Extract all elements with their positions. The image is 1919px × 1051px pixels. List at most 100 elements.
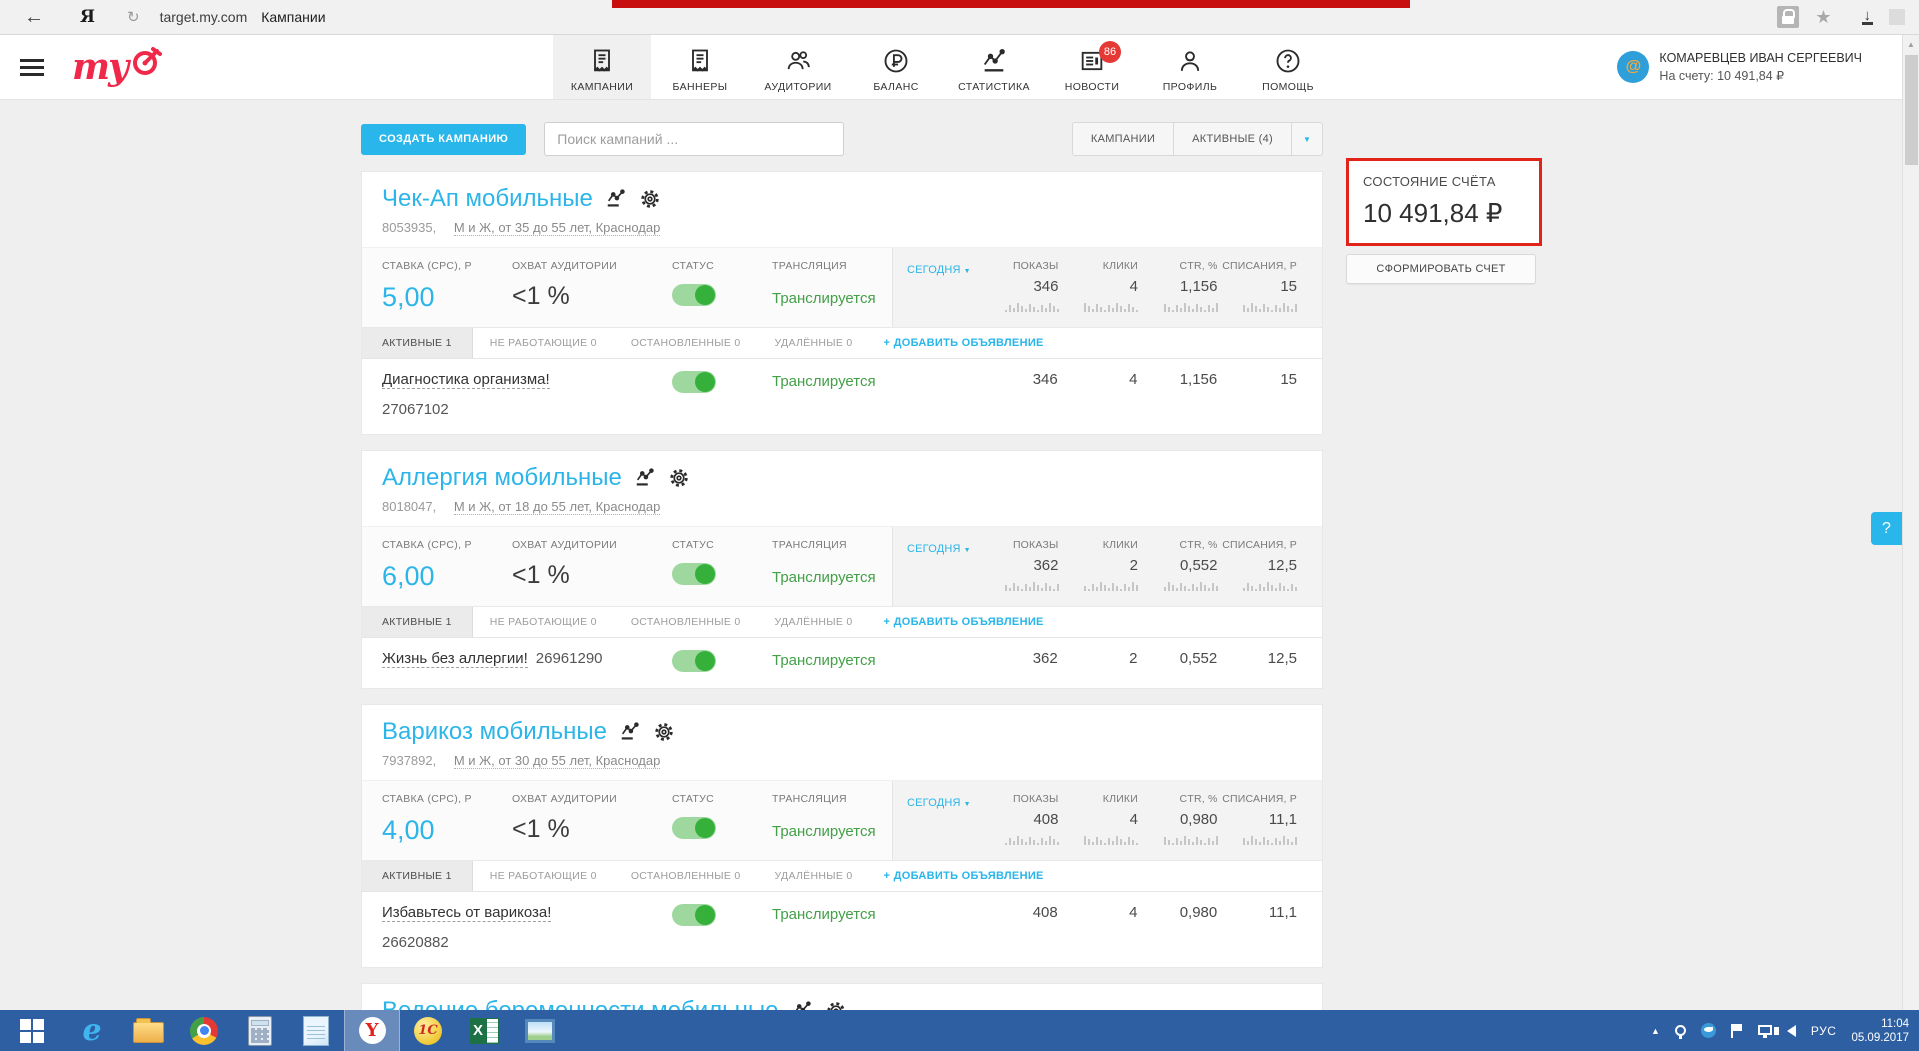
tab-not-working-ads[interactable]: НЕ РАБОТАЮЩИЕ 0 [473, 607, 614, 637]
today-caret-icon[interactable]: ▼ [964, 801, 971, 808]
tab-stopped-ads[interactable]: ОСТАНОВЛЕННЫЕ 0 [614, 607, 758, 637]
refresh-icon[interactable]: ↻ [127, 8, 140, 26]
nav-item-balance[interactable]: БАЛАНС [847, 35, 945, 99]
scrollbar-thumb[interactable] [1905, 55, 1918, 165]
nav-item-profile[interactable]: ПРОФИЛЬ [1141, 35, 1239, 99]
explorer-icon[interactable] [120, 1010, 176, 1051]
ad-title-link[interactable]: Диагностика организма! [382, 371, 550, 389]
nav-item-banners[interactable]: БАННЕРЫ [651, 35, 749, 99]
add-ad-link[interactable]: + ДОБАВИТЬ ОБЪЯВЛЕНИЕ [884, 607, 1044, 637]
search-input[interactable] [544, 122, 845, 156]
today-caret-icon[interactable]: ▼ [964, 547, 971, 554]
ie-icon[interactable]: e [64, 1010, 120, 1051]
ad-shows-value: 408 [1032, 904, 1058, 921]
image-viewer-icon[interactable] [512, 1010, 568, 1051]
today-dropdown[interactable]: СЕГОДНЯ [907, 264, 961, 276]
tray-expand-icon[interactable]: ▲ [1651, 1026, 1660, 1036]
avatar: @ [1617, 51, 1650, 83]
lock-icon[interactable] [1777, 6, 1800, 28]
create-campaign-button[interactable]: СОЗДАТЬ КАМПАНИЮ [361, 123, 527, 155]
thunderbird-icon[interactable] [1700, 1023, 1716, 1038]
ad-status-toggle[interactable] [672, 650, 716, 672]
excel-icon[interactable]: X [456, 1010, 512, 1051]
campaign-stats-icon[interactable] [634, 467, 656, 489]
campaign-targeting-link[interactable]: М и Ж, от 18 до 55 лет, Краснодар [453, 499, 661, 515]
ctr-sparkline [1156, 580, 1218, 591]
mytarget-logo[interactable]: my [72, 35, 163, 99]
statistics-icon [979, 46, 1009, 76]
chrome-icon[interactable] [176, 1010, 232, 1051]
campaign-targeting-link[interactable]: М и Ж, от 35 до 55 лет, Краснодар [453, 220, 661, 236]
scrollbar-up-icon[interactable]: ▲ [1903, 35, 1919, 49]
bulb-tray-icon[interactable] [1674, 1025, 1686, 1039]
campaign-stats-icon[interactable] [619, 721, 641, 743]
today-caret-icon[interactable]: ▼ [964, 268, 971, 275]
filter-campaigns[interactable]: КАМПАНИИ [1073, 123, 1175, 155]
start-button[interactable] [0, 1010, 64, 1051]
campaign-settings-icon[interactable] [668, 467, 690, 489]
clock[interactable]: 11:04 05.09.2017 [1851, 1017, 1909, 1045]
campaign-status-toggle[interactable] [672, 284, 716, 306]
download-icon[interactable]: ↓ [1861, 8, 1873, 25]
ctr-value: 0,552 [1179, 557, 1218, 574]
tab-deleted-ads[interactable]: УДАЛЁННЫЕ 0 [758, 607, 870, 637]
campaign-title[interactable]: Варикоз мобильные [382, 718, 607, 746]
volume-icon[interactable] [1773, 1024, 1796, 1037]
generate-invoice-button[interactable]: СФОРМИРОВАТЬ СЧЕТ [1346, 254, 1536, 284]
campaign-targeting-link[interactable]: М и Ж, от 30 до 55 лет, Краснодар [453, 753, 661, 769]
flag-tray-icon[interactable] [1730, 1023, 1743, 1038]
ad-status-toggle[interactable] [672, 371, 716, 393]
clicks-value: 4 [1129, 278, 1138, 295]
tab-active-ads[interactable]: АКТИВНЫЕ 1 [362, 861, 473, 891]
back-button[interactable]: ← [24, 6, 44, 29]
menu-icon[interactable] [20, 58, 44, 76]
today-dropdown[interactable]: СЕГОДНЯ [907, 797, 961, 809]
campaign-settings-icon[interactable] [653, 721, 675, 743]
campaign-stats-icon[interactable] [605, 188, 627, 210]
nav-item-news[interactable]: 86 НОВОСТИ [1043, 35, 1141, 99]
campaign-status-toggle[interactable] [672, 817, 716, 839]
nav-item-campaigns[interactable]: КАМПАНИИ [553, 35, 652, 99]
tab-deleted-ads[interactable]: УДАЛЁННЫЕ 0 [758, 861, 870, 891]
add-ad-link[interactable]: + ДОБАВИТЬ ОБЪЯВЛЕНИЕ [884, 328, 1044, 358]
url-text[interactable]: target.my.com [160, 9, 248, 25]
nav-item-help[interactable]: ПОМОЩЬ [1239, 35, 1337, 99]
language-indicator[interactable]: РУС [1811, 1024, 1837, 1038]
campaign-settings-icon[interactable] [639, 188, 661, 210]
filter-caret-icon[interactable]: ▼ [1292, 123, 1322, 155]
page-scrollbar[interactable]: ▲ [1902, 35, 1919, 1010]
broadcast-value: Транслируется [772, 290, 876, 307]
tab-active-ads[interactable]: АКТИВНЫЕ 1 [362, 328, 473, 358]
ad-title-link[interactable]: Жизнь без аллергии! [382, 650, 528, 668]
status-label: СТАТУС [672, 260, 714, 272]
tab-not-working-ads[interactable]: НЕ РАБОТАЮЩИЕ 0 [473, 328, 614, 358]
nav-item-statistics[interactable]: СТАТИСТИКА [945, 35, 1043, 99]
tab-deleted-ads[interactable]: УДАЛЁННЫЕ 0 [758, 328, 870, 358]
help-widget-tab[interactable]: ? [1871, 512, 1902, 545]
network-tray-icon[interactable] [1757, 1024, 1772, 1038]
ad-status-toggle[interactable] [672, 904, 716, 926]
campaign-title[interactable]: Чек-Ап мобильные [382, 185, 593, 213]
ad-title-link[interactable]: Избавьтесь от варикоза! [382, 904, 552, 922]
reach-value: <1 % [512, 282, 570, 310]
tab-stopped-ads[interactable]: ОСТАНОВЛЕННЫЕ 0 [614, 328, 758, 358]
tab-active-ads[interactable]: АКТИВНЫЕ 1 [362, 607, 473, 637]
tab-stopped-ads[interactable]: ОСТАНОВЛЕННЫЕ 0 [614, 861, 758, 891]
filter-active[interactable]: АКТИВНЫЕ (4) [1174, 123, 1292, 155]
bookmark-star-icon[interactable]: ★ [1815, 7, 1831, 28]
today-dropdown[interactable]: СЕГОДНЯ [907, 543, 961, 555]
1c-icon[interactable]: 1С [400, 1010, 456, 1051]
campaign-title[interactable]: Аллергия мобильные [382, 464, 622, 492]
yandex-browser-icon[interactable]: Y [344, 1010, 400, 1051]
add-ad-link[interactable]: + ДОБАВИТЬ ОБЪЯВЛЕНИЕ [884, 861, 1044, 891]
nav-item-audiences[interactable]: АУДИТОРИИ [749, 35, 847, 99]
tab-not-working-ads[interactable]: НЕ РАБОТАЮЩИЕ 0 [473, 861, 614, 891]
user-box[interactable]: @ КОМАРЕВЦЕВ ИВАН СЕРГЕЕВИЧ На счету: 10… [1617, 35, 1862, 99]
ad-shows-value: 346 [1032, 371, 1058, 388]
campaign-status-toggle[interactable] [672, 563, 716, 585]
campaign-stats-icon[interactable] [791, 1000, 813, 1010]
notepad-icon[interactable] [288, 1010, 344, 1051]
campaign-title[interactable]: Ведение беременности мобильные [382, 997, 779, 1010]
calculator-icon[interactable] [232, 1010, 288, 1051]
campaign-settings-icon[interactable] [825, 1000, 847, 1010]
